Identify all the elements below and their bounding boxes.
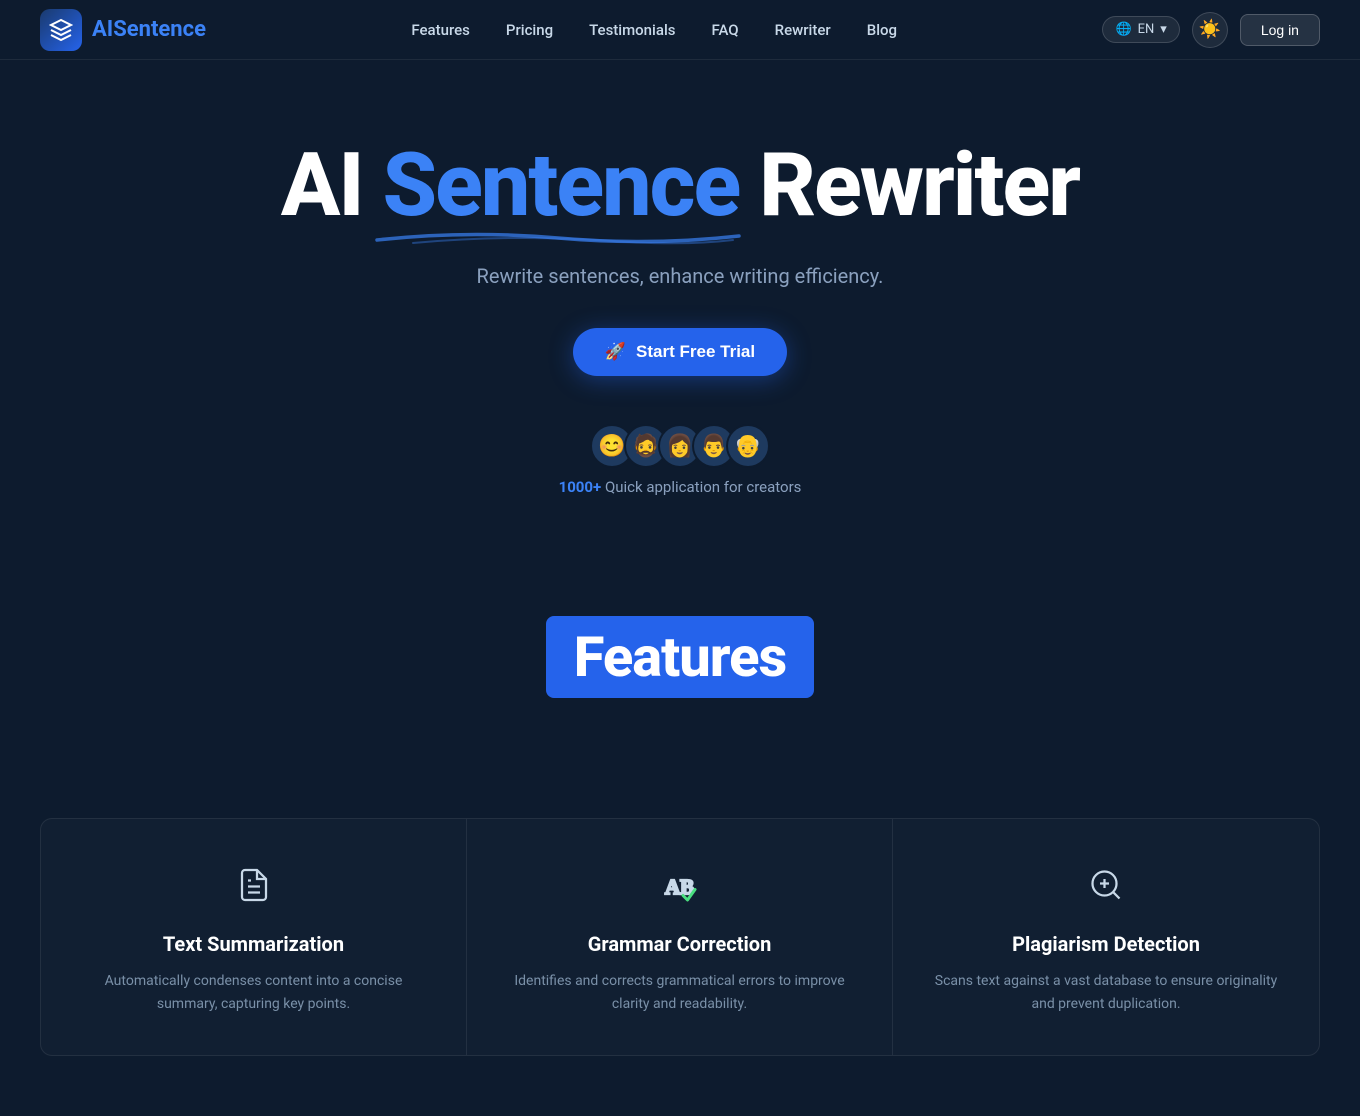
theme-toggle-button[interactable]: ☀️ — [1192, 12, 1228, 48]
feature-card-grammar: AB Grammar Correction Identifies and cor… — [467, 819, 893, 1055]
hero-section: AI Sentence Rewriter Rewrite sentences, … — [0, 60, 1360, 556]
features-title: Features — [574, 624, 786, 690]
features-title-wrapper: Features — [546, 616, 814, 698]
avatar-group: 😊 🧔 👩 👨 👴 — [590, 424, 770, 468]
grammar-icon: AB — [503, 867, 856, 912]
document-icon — [77, 867, 430, 912]
nav-item-faq[interactable]: FAQ — [712, 21, 739, 39]
nav-item-rewriter[interactable]: Rewriter — [775, 21, 831, 39]
logo[interactable]: AISentence — [40, 9, 206, 51]
language-selector[interactable]: 🌐 EN ▾ — [1102, 16, 1179, 43]
avatar: 👴 — [726, 424, 770, 468]
feature-desc-plagiarism: Scans text against a vast database to en… — [929, 970, 1283, 1015]
feature-card-plagiarism: Plagiarism Detection Scans text against … — [893, 819, 1319, 1055]
cta-label: Start Free Trial — [636, 342, 755, 362]
hero-title-post: Rewriter — [739, 134, 1079, 237]
nav-item-blog[interactable]: Blog — [867, 21, 897, 39]
lang-label: EN — [1138, 22, 1155, 37]
feature-name-summarization: Text Summarization — [77, 932, 430, 956]
nav-item-features[interactable]: Features — [411, 21, 469, 39]
hero-title-highlight: Sentence — [383, 140, 740, 232]
features-section: Features Text Summarization Automaticall… — [0, 556, 1360, 1116]
hero-title: AI Sentence Rewriter — [281, 140, 1079, 232]
feature-name-grammar: Grammar Correction — [503, 932, 856, 956]
plagiarism-search-icon — [929, 867, 1283, 912]
features-grid: Text Summarization Automatically condens… — [40, 818, 1320, 1056]
user-count: 1000+ — [559, 478, 602, 496]
social-proof: 😊 🧔 👩 👨 👴 1000+ Quick application for cr… — [559, 424, 802, 496]
login-button[interactable]: Log in — [1240, 14, 1320, 46]
nav-item-testimonials[interactable]: Testimonials — [589, 21, 675, 39]
cta-button[interactable]: 🚀 Start Free Trial — [573, 328, 787, 376]
nav-item-pricing[interactable]: Pricing — [506, 21, 553, 39]
hero-subtitle: Rewrite sentences, enhance writing effic… — [477, 264, 884, 288]
title-underline-decoration — [373, 228, 743, 246]
sun-icon: ☀️ — [1199, 19, 1221, 40]
social-proof-text: 1000+ Quick application for creators — [559, 478, 802, 496]
hero-title-pre: AI — [281, 134, 383, 237]
feature-desc-summarization: Automatically condenses content into a c… — [77, 970, 430, 1015]
feature-card-summarization: Text Summarization Automatically condens… — [41, 819, 467, 1055]
social-proof-label: Quick application for creators — [605, 478, 801, 496]
rocket-icon: 🚀 — [605, 342, 626, 362]
feature-name-plagiarism: Plagiarism Detection — [929, 932, 1283, 956]
navbar: AISentence Features Pricing Testimonials… — [0, 0, 1360, 60]
logo-icon — [40, 9, 82, 51]
nav-links: Features Pricing Testimonials FAQ Rewrit… — [411, 20, 897, 39]
nav-right: 🌐 EN ▾ ☀️ Log in — [1102, 12, 1320, 48]
chevron-down-icon: ▾ — [1160, 22, 1167, 37]
feature-desc-grammar: Identifies and corrects grammatical erro… — [503, 970, 856, 1015]
logo-text: AISentence — [92, 17, 206, 42]
globe-icon: 🌐 — [1115, 22, 1131, 37]
